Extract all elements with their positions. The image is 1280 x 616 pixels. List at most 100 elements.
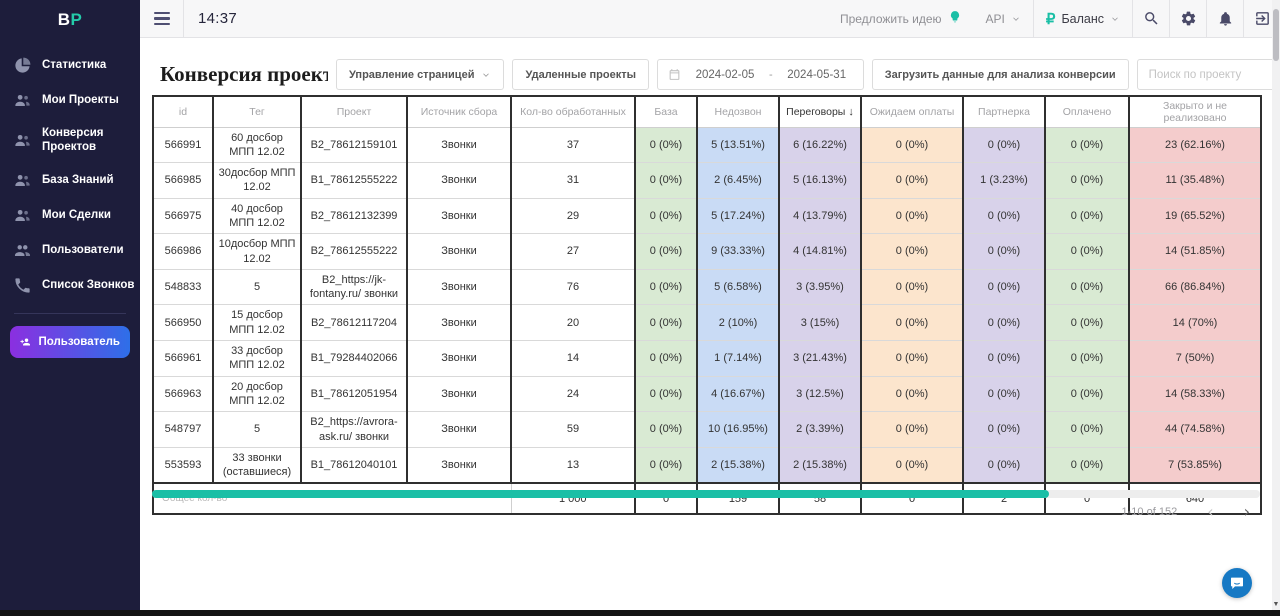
team-icon: [13, 206, 32, 225]
sidebar-divider: [14, 312, 126, 314]
chat-bubble-icon: [1231, 577, 1243, 589]
scroll-down-arrow-icon[interactable]: ▼: [1272, 600, 1280, 610]
table-cell: 0 (0%): [1044, 233, 1129, 270]
page-vertical-scrollbar[interactable]: ▼: [1272, 0, 1280, 610]
search-button[interactable]: [1132, 0, 1169, 37]
table-cell: 5: [212, 411, 301, 448]
project-search-input[interactable]: [1136, 59, 1280, 90]
table-cell: 14: [510, 340, 635, 377]
scrollbar-thumb[interactable]: [152, 490, 1050, 498]
column-header[interactable]: Ожидаем оплаты: [860, 96, 963, 128]
conversion-table-wrap: id Тег Проект Источник сбора Кол-во обработа…: [152, 95, 1262, 516]
user-button[interactable]: Пользователь: [10, 325, 130, 358]
table-cell: 29: [510, 197, 635, 234]
table-cell: Звонки: [406, 162, 511, 199]
column-header[interactable]: Проект: [300, 96, 407, 128]
column-header[interactable]: Партнерка: [962, 96, 1045, 128]
table-cell: 2 (3.39%): [778, 411, 861, 448]
app-logo[interactable]: BP: [0, 0, 140, 42]
sidebar-item-my-projects[interactable]: Мои Проекты: [0, 83, 140, 118]
suggest-idea-link[interactable]: Предложить идею: [828, 0, 974, 37]
table-cell: 566986: [153, 233, 213, 270]
rouble-icon: ₽: [1045, 10, 1056, 28]
team-icon: [13, 131, 32, 150]
sidebar-item-users[interactable]: Пользователи: [0, 233, 140, 268]
date-to-input[interactable]: [780, 68, 853, 81]
notifications-button[interactable]: [1206, 0, 1243, 37]
table-cell: 3 (3.95%): [778, 268, 861, 305]
table-cell: Звонки: [406, 375, 511, 412]
page-horizontal-scrollbar[interactable]: [0, 610, 1280, 616]
sidebar-item-call-list[interactable]: Список Звонков: [0, 268, 140, 303]
column-header[interactable]: Переговоры ↓: [778, 96, 861, 128]
phone-icon: [13, 276, 32, 295]
hamburger-menu-button[interactable]: [140, 0, 184, 37]
column-header[interactable]: База: [634, 96, 697, 128]
table-cell: 548797: [153, 411, 213, 448]
project-search: [1136, 59, 1280, 90]
clock: 14:37: [198, 10, 238, 27]
table-cell: Звонки: [406, 340, 511, 377]
sidebar-item-my-deals[interactable]: Мои Сделки: [0, 198, 140, 233]
next-page-button[interactable]: ›: [1244, 504, 1250, 520]
table-cell: 5 (13.51%): [696, 126, 779, 163]
column-header[interactable]: Источник сбора: [406, 96, 511, 128]
sidebar-item-knowledge-base[interactable]: База Знаний: [0, 163, 140, 198]
column-header[interactable]: Кол-во обработанных: [510, 96, 635, 128]
table-cell: 66 (86.84%): [1128, 268, 1261, 305]
table-cell: 0 (0%): [962, 197, 1045, 234]
table-cell: 0 (0%): [962, 446, 1045, 484]
table-cell: 33 звонки (оставшиеся): [212, 446, 301, 484]
scrollbar-thumb[interactable]: [1273, 9, 1279, 61]
column-header[interactable]: Тег: [212, 96, 301, 128]
table-cell: 1 (7.14%): [696, 340, 779, 377]
column-header[interactable]: Закрыто и не реализовано: [1128, 96, 1261, 128]
table-cell: 0 (0%): [1044, 197, 1129, 234]
table-cell: 0 (0%): [860, 411, 963, 448]
table-cell: B2_78612159101: [300, 126, 407, 163]
date-from-input[interactable]: [689, 68, 762, 81]
logout-icon: [1255, 12, 1269, 25]
table-cell: 0 (0%): [1044, 304, 1129, 341]
table-cell: 33 досбор МПП 12.02: [212, 340, 301, 377]
api-label: API: [985, 11, 1005, 26]
column-header[interactable]: Оплачено: [1044, 96, 1129, 128]
gear-icon: [1181, 11, 1195, 26]
table-cell: Звонки: [406, 233, 511, 270]
previous-page-button[interactable]: ‹: [1207, 504, 1213, 520]
table-cell: 553593: [153, 446, 213, 484]
table-cell: 7 (53.85%): [1128, 446, 1261, 484]
table-cell: 4 (13.79%): [778, 197, 861, 234]
table-cell: 0 (0%): [1044, 126, 1129, 163]
totals-cell: 0: [1044, 482, 1129, 515]
table-cell: B2_78612132399: [300, 197, 407, 234]
table-cell: 20 досбор МПП 12.02: [212, 375, 301, 412]
table-cell: 23 (62.16%): [1128, 126, 1261, 163]
pagination: 1-10 of 152 ‹ ›: [1122, 504, 1250, 520]
bell-icon: [1219, 12, 1231, 26]
chat-widget-button[interactable]: [1222, 568, 1252, 598]
api-menu[interactable]: API: [974, 0, 1033, 37]
table-header-row: id Тег Проект Источник сбора Кол-во обработа…: [153, 96, 1261, 128]
deleted-projects-button[interactable]: Удаленные проекты: [512, 59, 650, 90]
table-cell: 7 (50%): [1128, 340, 1261, 377]
sidebar-item-statistics[interactable]: Статистика: [0, 48, 140, 83]
load-conversion-data-button[interactable]: Загрузить данные для анализа конверсии: [871, 59, 1129, 90]
table-row: 566961 33 досбор МПП 12.02 B1_79284402066 З…: [153, 340, 1261, 377]
column-header[interactable]: Недозвон: [696, 96, 779, 128]
balance-menu[interactable]: ₽ Баланс: [1032, 0, 1132, 37]
manage-page-button[interactable]: Управление страницей: [336, 59, 505, 90]
table-row: 548797 5 B2_https://avrora-ask.ru/ звонки З…: [153, 411, 1261, 448]
table-cell: 0 (0%): [860, 268, 963, 305]
table-cell: 2 (6.45%): [696, 162, 779, 199]
sidebar-item-projects-conversion[interactable]: Конверсия Проектов: [0, 118, 140, 163]
table-cell: 9 (33.33%): [696, 233, 779, 270]
table-cell: 60 досбор МПП 12.02: [212, 126, 301, 163]
column-header[interactable]: id: [153, 96, 213, 128]
table-cell: 0 (0%): [962, 233, 1045, 270]
settings-button[interactable]: [1169, 0, 1206, 37]
chevron-down-icon: [1112, 16, 1118, 21]
sidebar-item-label: Список Звонков: [42, 279, 135, 292]
table-cell: 3 (21.43%): [778, 340, 861, 377]
table-row: 566986 10досбор МПП 12.02 B2_78612555222 Зв…: [153, 233, 1261, 270]
